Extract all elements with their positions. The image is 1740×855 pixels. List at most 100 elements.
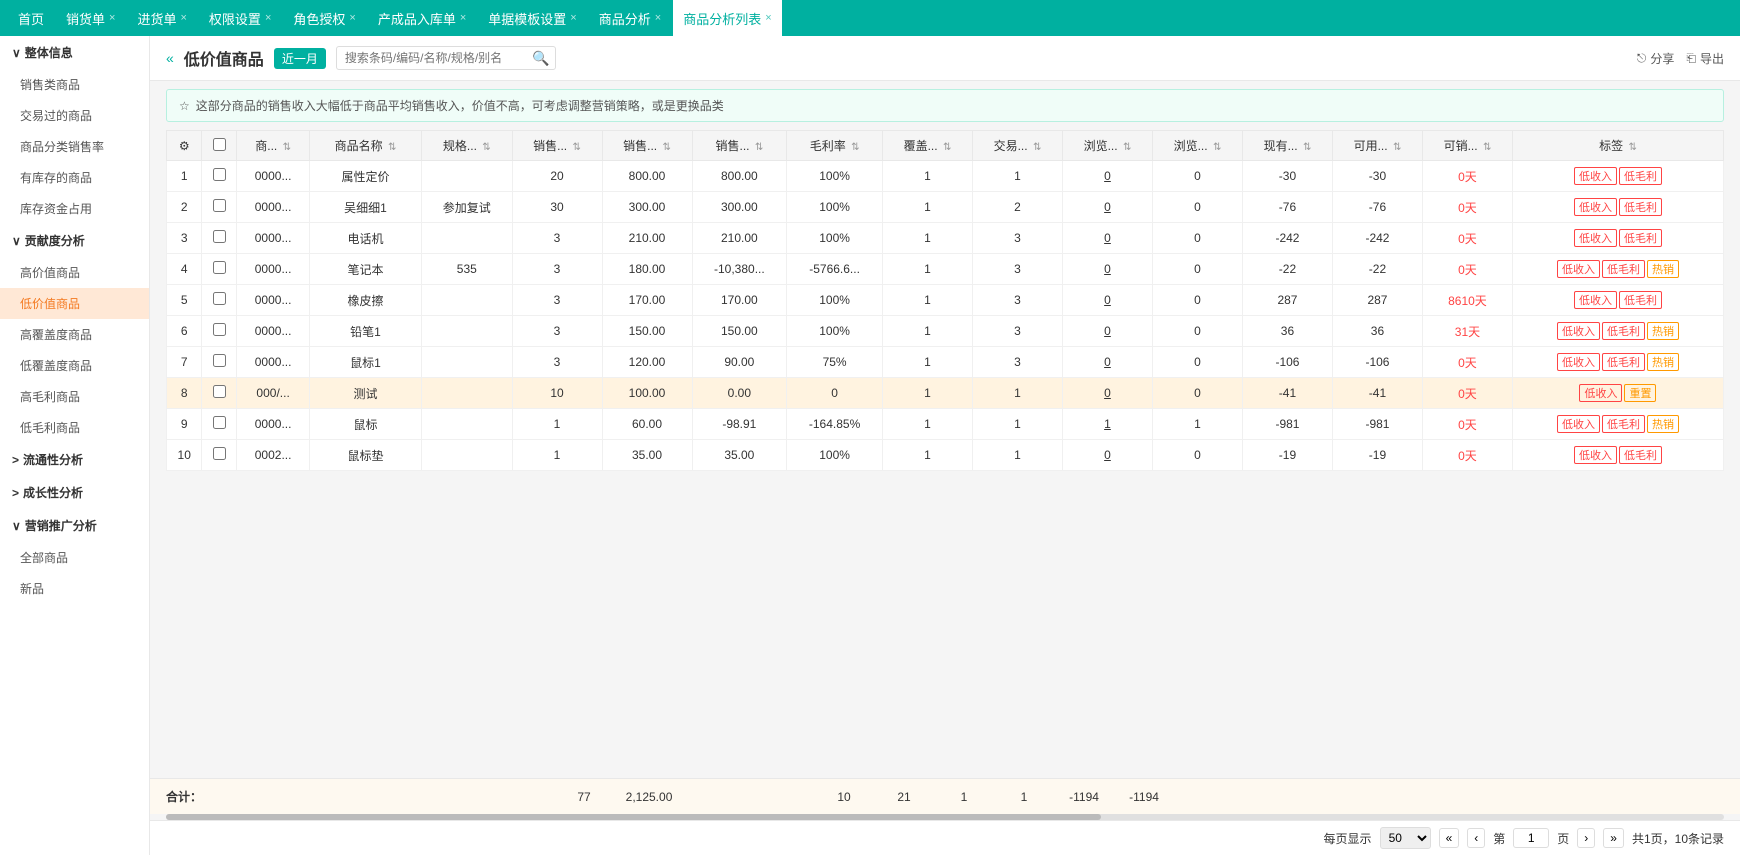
browse-link[interactable]: 0: [1104, 293, 1111, 307]
nav-sales[interactable]: 销货单 ×: [56, 0, 125, 36]
row-checkbox[interactable]: [213, 447, 226, 460]
sidebar-item-low-value[interactable]: 低价值商品: [0, 288, 149, 319]
nav-close-purchase[interactable]: ×: [180, 12, 186, 24]
row-checkbox[interactable]: [213, 230, 226, 243]
cell-checkbox[interactable]: [202, 223, 237, 254]
sidebar-item-high-coverage[interactable]: 高覆盖度商品: [0, 319, 149, 350]
cell-spec: [422, 223, 512, 254]
sidebar-collapse-button[interactable]: «: [166, 50, 174, 66]
horizontal-scrollbar[interactable]: [166, 814, 1724, 820]
select-all-checkbox[interactable]: [213, 138, 226, 151]
sidebar-group-growth[interactable]: > 成长性分析: [0, 476, 149, 509]
nav-close-goods-analysis[interactable]: ×: [655, 12, 661, 24]
sidebar-item-high-gross[interactable]: 高毛利商品: [0, 381, 149, 412]
first-page-button[interactable]: «: [1439, 828, 1460, 848]
browse-link[interactable]: 0: [1104, 231, 1111, 245]
col-checkbox[interactable]: [202, 131, 237, 161]
cell-checkbox[interactable]: [202, 440, 237, 471]
cell-sales2: -98.91: [692, 409, 787, 440]
tag-badge: 低毛利: [1602, 322, 1645, 340]
row-checkbox[interactable]: [213, 354, 226, 367]
export-button[interactable]: ⎗ 导出: [1686, 50, 1724, 67]
sidebar-item-all-goods[interactable]: 全部商品: [0, 542, 149, 573]
footer-cover: 10: [814, 790, 874, 804]
sidebar-item-traded-goods[interactable]: 交易过的商品: [0, 100, 149, 131]
browse-link[interactable]: 1: [1104, 417, 1111, 431]
cell-browse1[interactable]: 0: [1062, 285, 1152, 316]
cell-sales2: 170.00: [692, 285, 787, 316]
row-checkbox[interactable]: [213, 199, 226, 212]
cell-browse1[interactable]: 1: [1062, 409, 1152, 440]
page-number-input[interactable]: [1513, 828, 1549, 848]
sidebar-item-new-goods[interactable]: 新品: [0, 573, 149, 604]
nav-close-templates[interactable]: ×: [570, 12, 576, 24]
browse-link[interactable]: 0: [1104, 448, 1111, 462]
browse-link[interactable]: 0: [1104, 200, 1111, 214]
nav-roles[interactable]: 角色授权 ×: [283, 0, 365, 36]
col-spec: 规格... ⇅: [422, 131, 512, 161]
filter-recent-month-button[interactable]: 近一月: [274, 48, 326, 69]
nav-goods-analysis[interactable]: 商品分析 ×: [589, 0, 671, 36]
nav-close-sales[interactable]: ×: [109, 12, 115, 24]
cell-browse1[interactable]: 0: [1062, 161, 1152, 192]
cell-checkbox[interactable]: [202, 316, 237, 347]
cell-browse1[interactable]: 0: [1062, 440, 1152, 471]
cell-checkbox[interactable]: [202, 161, 237, 192]
prev-page-button[interactable]: ‹: [1467, 828, 1485, 848]
row-checkbox[interactable]: [213, 323, 226, 336]
nav-close-stock-in[interactable]: ×: [460, 12, 466, 24]
nav-goods-analysis-list[interactable]: 商品分析列表 ×: [673, 0, 781, 36]
nav-purchase[interactable]: 进货单 ×: [127, 0, 196, 36]
sidebar-group-flow[interactable]: > 流通性分析: [0, 443, 149, 476]
last-page-button[interactable]: »: [1603, 828, 1624, 848]
row-checkbox[interactable]: [213, 292, 226, 305]
sidebar-item-sales-goods[interactable]: 销售类商品: [0, 69, 149, 100]
nav-close-permissions[interactable]: ×: [265, 12, 271, 24]
nav-home[interactable]: 首页: [8, 0, 54, 36]
cell-browse1[interactable]: 0: [1062, 254, 1152, 285]
cell-checkbox[interactable]: [202, 409, 237, 440]
sidebar-group-overall[interactable]: ∨ 整体信息: [0, 36, 149, 69]
search-input[interactable]: [336, 46, 556, 70]
browse-link[interactable]: 0: [1104, 262, 1111, 276]
cell-browse1[interactable]: 0: [1062, 347, 1152, 378]
sidebar-item-category-sales-rate[interactable]: 商品分类销售率: [0, 131, 149, 162]
search-icon[interactable]: 🔍: [532, 50, 549, 67]
sidebar-group-marketing[interactable]: ∨ 营销推广分析: [0, 509, 149, 542]
browse-link[interactable]: 0: [1104, 386, 1111, 400]
sidebar-group-contribution[interactable]: ∨ 贡献度分析: [0, 224, 149, 257]
per-page-select[interactable]: 50 100 200: [1380, 827, 1431, 849]
cell-browse2: 0: [1152, 254, 1242, 285]
nav-close-roles[interactable]: ×: [349, 12, 355, 24]
sidebar-item-stock-capital[interactable]: 库存资金占用: [0, 193, 149, 224]
row-checkbox[interactable]: [213, 416, 226, 429]
sidebar-item-stock-goods[interactable]: 有库存的商品: [0, 162, 149, 193]
row-checkbox[interactable]: [213, 168, 226, 181]
sidebar-item-low-coverage[interactable]: 低覆盖度商品: [0, 350, 149, 381]
nav-close-goods-analysis-list[interactable]: ×: [765, 12, 771, 24]
nav-templates[interactable]: 单据模板设置 ×: [478, 0, 586, 36]
row-checkbox[interactable]: [213, 261, 226, 274]
col-settings[interactable]: ⚙: [167, 131, 202, 161]
cell-checkbox[interactable]: [202, 378, 237, 409]
cell-checkbox[interactable]: [202, 254, 237, 285]
row-checkbox[interactable]: [213, 385, 226, 398]
cell-checkbox[interactable]: [202, 192, 237, 223]
cell-browse1[interactable]: 0: [1062, 192, 1152, 223]
browse-link[interactable]: 0: [1104, 355, 1111, 369]
share-button[interactable]: ⎋ 分享: [1637, 50, 1675, 67]
sidebar-item-high-value[interactable]: 高价值商品: [0, 257, 149, 288]
nav-permissions[interactable]: 权限设置 ×: [199, 0, 281, 36]
next-page-button[interactable]: ›: [1577, 828, 1595, 848]
cell-browse1[interactable]: 0: [1062, 378, 1152, 409]
cell-browse1[interactable]: 0: [1062, 316, 1152, 347]
browse-link[interactable]: 0: [1104, 169, 1111, 183]
cell-stock: -106: [1242, 347, 1332, 378]
cell-browse1[interactable]: 0: [1062, 223, 1152, 254]
tag-badge: 热销: [1647, 415, 1679, 433]
sidebar-item-low-gross[interactable]: 低毛利商品: [0, 412, 149, 443]
cell-checkbox[interactable]: [202, 347, 237, 378]
cell-checkbox[interactable]: [202, 285, 237, 316]
browse-link[interactable]: 0: [1104, 324, 1111, 338]
nav-stock-in[interactable]: 产成品入库单 ×: [368, 0, 476, 36]
